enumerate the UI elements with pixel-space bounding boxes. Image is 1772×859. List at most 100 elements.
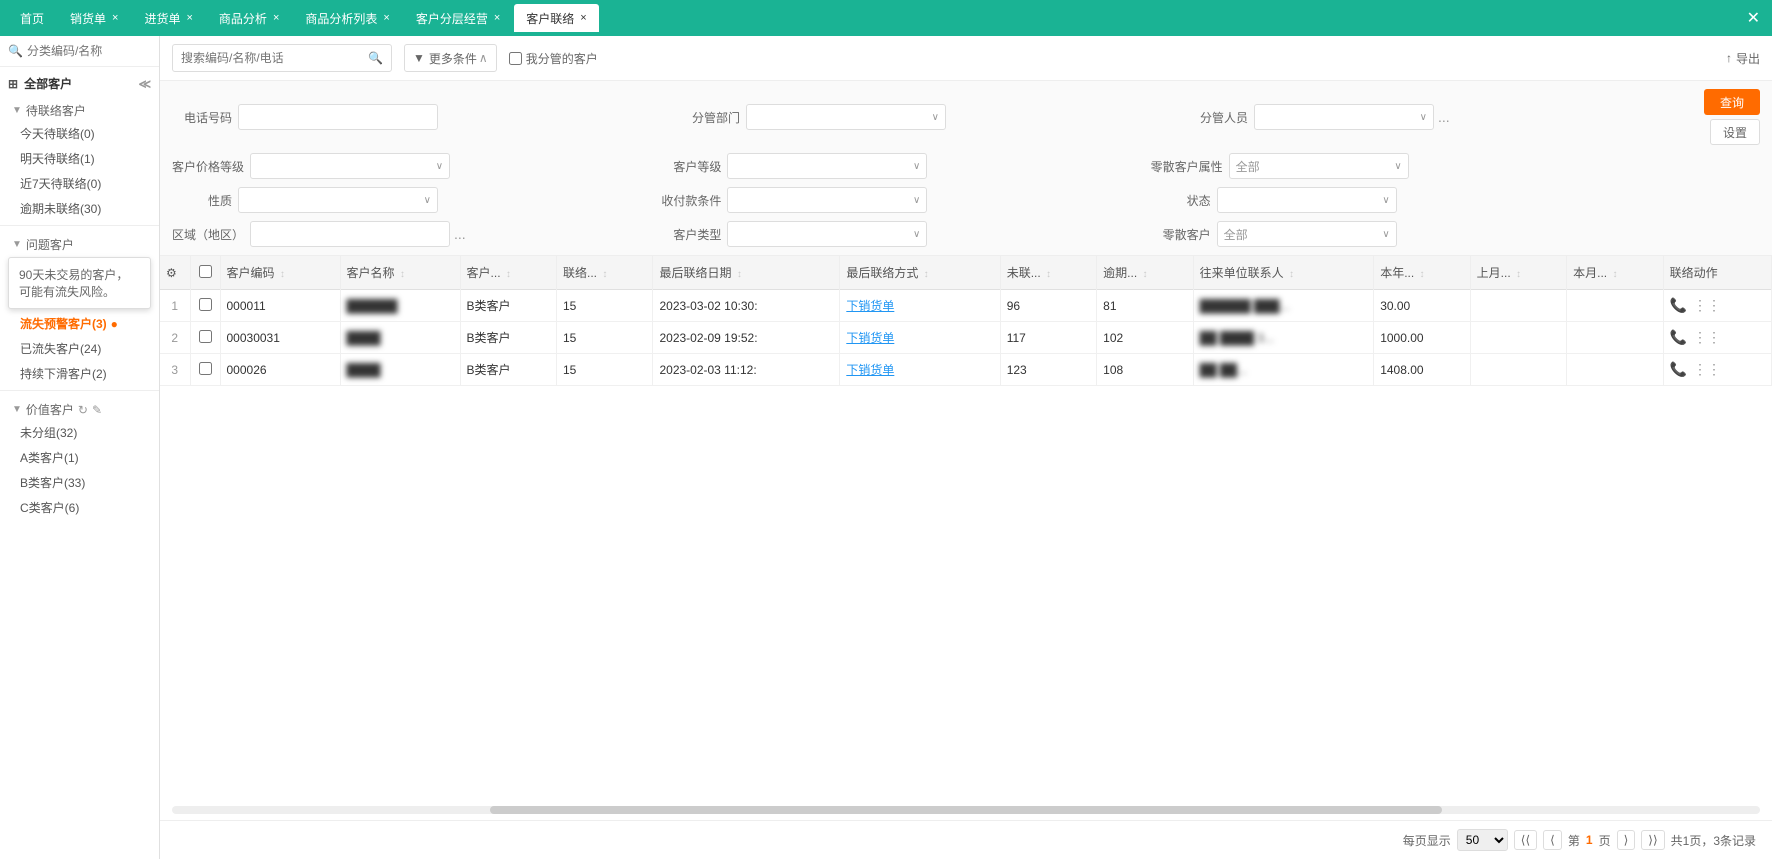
person-select[interactable]: ∨: [1254, 104, 1434, 130]
cell-checkbox[interactable]: [190, 290, 220, 322]
sidebar-item-c-class[interactable]: C类客户(6): [0, 495, 159, 520]
th-settings[interactable]: ⚙: [160, 256, 190, 290]
sidebar-group-problem[interactable]: ▼ 问题客户: [0, 230, 159, 255]
zero-attr-select[interactable]: 全部 ∨: [1229, 153, 1409, 179]
sort-overdue-icon[interactable]: ↕: [1143, 269, 1148, 280]
per-page-select[interactable]: 50 100 200: [1457, 829, 1508, 851]
search-input[interactable]: [181, 51, 364, 65]
action-contact-icon[interactable]: 📞: [1670, 329, 1687, 346]
sidebar-item-7days[interactable]: 近7天待联络(0): [0, 171, 159, 196]
cell-this-year: 30.00: [1374, 290, 1470, 322]
sort-this-year-icon[interactable]: ↕: [1420, 269, 1425, 280]
cell-last-method[interactable]: 下销货单: [840, 290, 1000, 322]
row-checkbox[interactable]: [199, 362, 212, 375]
sidebar-item-a-class[interactable]: A类客户(1): [0, 445, 159, 470]
cell-last-method[interactable]: 下销货单: [840, 322, 1000, 354]
status-arrow: ∨: [1382, 195, 1389, 206]
sidebar-group-pending[interactable]: ▼ 待联络客户: [0, 96, 159, 121]
sidebar-item-churn-warn[interactable]: 流失预警客户(3) ●: [0, 311, 159, 336]
sidebar-item-tomorrow[interactable]: 明天待联络(1): [0, 146, 159, 171]
sidebar-item-today[interactable]: 今天待联络(0): [0, 121, 159, 146]
setting-button[interactable]: 设置: [1710, 119, 1760, 145]
search-submit-icon[interactable]: 🔍: [368, 51, 383, 65]
cell-checkbox[interactable]: [190, 354, 220, 386]
tab-product-list-close[interactable]: ×: [383, 12, 389, 24]
cell-last-method[interactable]: 下销货单: [840, 354, 1000, 386]
gender-select[interactable]: ∨: [238, 187, 438, 213]
sidebar-item-churned[interactable]: 已流失客户(24): [0, 336, 159, 361]
tab-sales[interactable]: 销货单 ×: [58, 4, 130, 32]
tab-customer-tier[interactable]: 客户分层经营 ×: [404, 4, 512, 32]
tab-product-analysis-close[interactable]: ×: [273, 12, 279, 24]
tab-product-list[interactable]: 商品分析列表 ×: [293, 4, 401, 32]
action-contact-icon[interactable]: 📞: [1670, 361, 1687, 378]
tab-purchase[interactable]: 进货单 ×: [132, 4, 204, 32]
sidebar-item-b-class[interactable]: B类客户(33): [0, 470, 159, 495]
sidebar-group-value[interactable]: ▼ 价值客户 ↻ ✎: [0, 395, 159, 420]
cust-type-select[interactable]: ∨: [727, 221, 927, 247]
problem-group-label: 问题客户: [26, 236, 74, 253]
tab-customer-tier-close[interactable]: ×: [494, 12, 500, 24]
region-select[interactable]: [250, 221, 450, 247]
sort-this-month-icon[interactable]: ↕: [1612, 269, 1617, 280]
cust-level-select[interactable]: ∨: [727, 153, 927, 179]
sort-name-icon[interactable]: ↕: [400, 269, 405, 280]
sort-type-icon[interactable]: ↕: [506, 269, 511, 280]
status-select[interactable]: ∨: [1217, 187, 1397, 213]
sidebar-item-ungrouped[interactable]: 未分组(32): [0, 420, 159, 445]
sort-last-method-icon[interactable]: ↕: [924, 269, 929, 280]
price-level-select[interactable]: ∨: [250, 153, 450, 179]
tab-sales-close[interactable]: ×: [112, 12, 118, 24]
prev-page-btn[interactable]: ⟨: [1543, 830, 1562, 850]
my-customer-checkbox[interactable]: [509, 52, 522, 65]
sort-code-icon[interactable]: ↕: [280, 269, 285, 280]
window-close-button[interactable]: ✕: [1743, 4, 1764, 32]
tab-purchase-label: 进货单: [144, 10, 180, 27]
last-page-btn[interactable]: ⟩⟩: [1641, 830, 1664, 850]
row-checkbox[interactable]: [199, 298, 212, 311]
sort-contact-icon[interactable]: ↕: [602, 269, 607, 280]
payment-select[interactable]: ∨: [727, 187, 927, 213]
sort-last-month-icon[interactable]: ↕: [1516, 269, 1521, 280]
export-btn[interactable]: ↑ 导出: [1726, 50, 1760, 67]
cell-last-date: 2023-02-09 19:52:: [653, 322, 840, 354]
tab-customer-contact-close[interactable]: ×: [580, 12, 586, 24]
cell-type: B类客户: [460, 322, 556, 354]
next-page-btn[interactable]: ⟩: [1617, 830, 1636, 850]
zero-cust-select[interactable]: 全部 ∨: [1217, 221, 1397, 247]
cell-checkbox[interactable]: [190, 322, 220, 354]
cell-overdue: 108: [1097, 354, 1193, 386]
row-checkbox[interactable]: [199, 330, 212, 343]
tab-product-analysis[interactable]: 商品分析 ×: [207, 4, 291, 32]
sort-unit-contact-icon[interactable]: ↕: [1289, 269, 1294, 280]
sidebar-item-overdue[interactable]: 逾期未联络(30): [0, 196, 159, 221]
action-more-icon[interactable]: ⋮⋮: [1693, 361, 1721, 378]
horizontal-scroll-bar[interactable]: [160, 800, 1772, 820]
tab-purchase-close[interactable]: ×: [186, 12, 192, 24]
cell-name: ██████: [340, 290, 460, 322]
sidebar-search-input[interactable]: [27, 44, 160, 58]
phone-input[interactable]: [238, 104, 438, 130]
dept-select[interactable]: ∨: [746, 104, 946, 130]
first-page-btn[interactable]: ⟨⟨: [1514, 830, 1537, 850]
divider-2: [0, 390, 159, 391]
more-conditions-btn[interactable]: ▼ 更多条件 ∧: [404, 44, 497, 72]
sidebar-all-customers[interactable]: ⊞ 全部客户 ≪: [0, 67, 159, 96]
tab-sales-label: 销货单: [70, 10, 106, 27]
tab-home[interactable]: 首页: [8, 4, 56, 32]
sidebar-item-declining[interactable]: 持续下滑客户(2): [0, 361, 159, 386]
person-dots[interactable]: ...: [1438, 109, 1450, 125]
cell-this-year: 1408.00: [1374, 354, 1470, 386]
th-checkbox[interactable]: [190, 256, 220, 290]
refresh-icon[interactable]: ↻: [78, 403, 88, 417]
sort-uncontact-icon[interactable]: ↕: [1046, 269, 1051, 280]
sort-last-date-icon[interactable]: ↕: [737, 269, 742, 280]
region-dots[interactable]: ...: [454, 226, 466, 242]
action-contact-icon[interactable]: 📞: [1670, 297, 1687, 314]
select-all-checkbox[interactable]: [199, 265, 212, 278]
edit-value-icon[interactable]: ✎: [92, 403, 102, 417]
action-more-icon[interactable]: ⋮⋮: [1693, 329, 1721, 346]
tab-customer-contact[interactable]: 客户联络 ×: [514, 4, 598, 32]
action-more-icon[interactable]: ⋮⋮: [1693, 297, 1721, 314]
query-button[interactable]: 查询: [1704, 89, 1760, 115]
